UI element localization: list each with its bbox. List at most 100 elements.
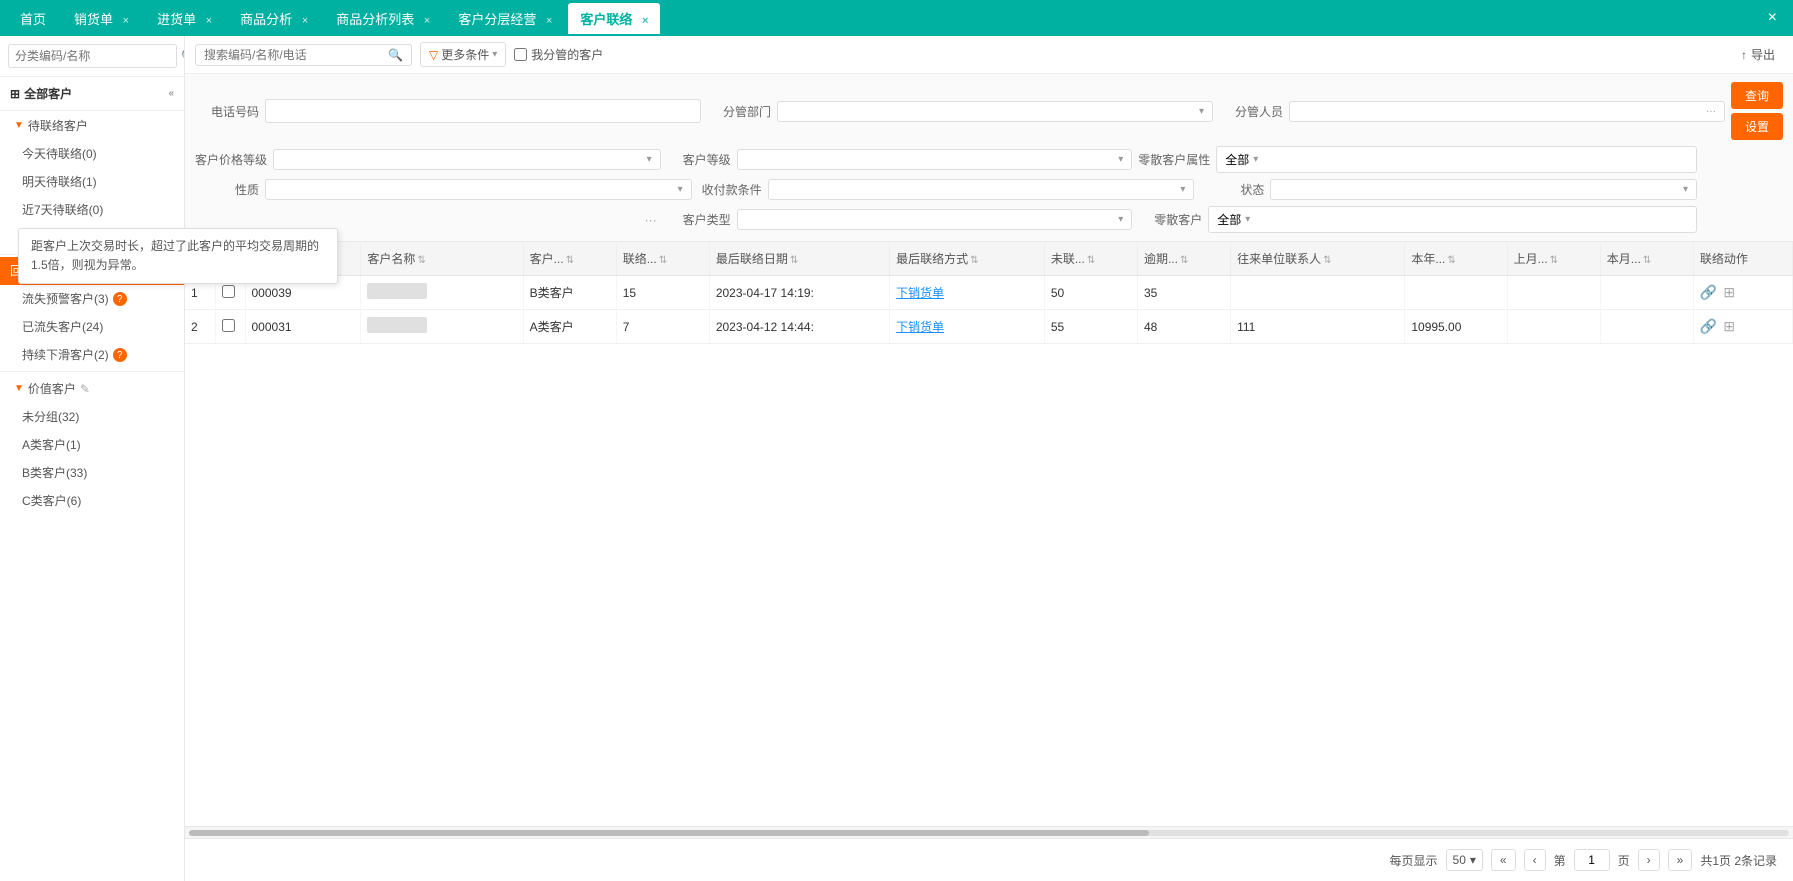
manager-select[interactable]: ···: [1289, 101, 1725, 122]
query-button[interactable]: 查询: [1731, 82, 1783, 109]
action-buttons: 查询 设置: [1731, 82, 1783, 140]
gender-chevron-icon: ▾: [678, 184, 683, 195]
sidebar-item-class-c[interactable]: C类客户(6): [0, 487, 184, 515]
th-customer-type[interactable]: 客户...⇅: [523, 242, 616, 276]
nav-analysis-list-close[interactable]: ×: [424, 15, 430, 27]
nav-analysis[interactable]: 商品分析 ×: [228, 3, 320, 34]
gender-select[interactable]: ▾: [265, 179, 692, 200]
sidebar-collapse-icon[interactable]: «: [168, 88, 174, 99]
sidebar-search-input[interactable]: [8, 44, 177, 68]
more-button[interactable]: ···: [641, 213, 661, 227]
first-page-button[interactable]: «: [1491, 849, 1516, 871]
th-this-year[interactable]: 本年...⇅: [1405, 242, 1507, 276]
my-customers-checkbox[interactable]: [514, 48, 527, 61]
th-unit-contacts[interactable]: 往来单位联系人⇅: [1231, 242, 1405, 276]
per-page-select[interactable]: 50 ▾: [1446, 849, 1483, 871]
th-contact[interactable]: 联络...⇅: [616, 242, 709, 276]
action-chat-icon-1[interactable]: 🔗: [1700, 284, 1717, 301]
th-overdue[interactable]: 逾期...⇅: [1137, 242, 1230, 276]
sidebar-item-today-contact[interactable]: 今天待联络(0): [0, 140, 184, 168]
scatter-customer-label: 零散客户: [1138, 211, 1208, 228]
customer-grade-select[interactable]: ▾: [737, 149, 1133, 170]
th-last-month[interactable]: 上月...⇅: [1507, 242, 1600, 276]
prev-page-button[interactable]: ‹: [1524, 849, 1546, 871]
customer-type-select[interactable]: ▾: [737, 209, 1133, 230]
dept-select[interactable]: ▾: [777, 101, 1213, 122]
th-last-contact-date[interactable]: 最后联络日期⇅: [709, 242, 889, 276]
sidebar-all-customers[interactable]: ⊞ 全部客户 «: [0, 77, 184, 111]
th-this-month[interactable]: 本月...⇅: [1600, 242, 1693, 276]
sidebar-item-class-a[interactable]: A类客户(1): [0, 431, 184, 459]
payment-label: 收付款条件: [698, 181, 768, 198]
nav-customer-segment-close[interactable]: ×: [546, 15, 552, 27]
sidebar-group-pending-contact[interactable]: ▼ 待联络客户: [0, 111, 184, 140]
window-close-button[interactable]: ×: [1760, 5, 1785, 31]
contact-method-link-1[interactable]: 下销货单: [896, 286, 944, 300]
sidebar-item-churn-warning[interactable]: 流失预警客户(3) ?: [0, 285, 184, 313]
edit-icon[interactable]: ✎: [80, 382, 90, 396]
action-grid-icon-1[interactable]: ⊞: [1723, 284, 1735, 301]
top-nav: 首页 销货单 × 进货单 × 商品分析 × 商品分析列表 × 客户分层经营 × …: [0, 0, 1793, 36]
th-last-contact-method[interactable]: 最后联络方式⇅: [890, 242, 1045, 276]
row-checkbox-1[interactable]: [222, 285, 235, 298]
cell-uncontacted-2: 55: [1044, 310, 1137, 344]
nav-analysis-close[interactable]: ×: [302, 15, 308, 27]
nav-customer-contact-close[interactable]: ×: [642, 15, 648, 27]
manager-more-icon[interactable]: ···: [1706, 106, 1716, 117]
nav-purchase[interactable]: 进货单 ×: [145, 3, 224, 34]
row-checkbox-2[interactable]: [222, 319, 235, 332]
lmonth-sort-icon: ⇅: [1550, 255, 1558, 266]
chevron-down-icon: ▾: [492, 49, 497, 60]
action-icons-1: 🔗 ⊞: [1700, 284, 1786, 301]
nav-home[interactable]: 首页: [8, 3, 58, 34]
action-chat-icon-2[interactable]: 🔗: [1700, 318, 1717, 335]
last-page-button[interactable]: »: [1668, 849, 1693, 871]
sidebar-item-declining[interactable]: 持续下滑客户(2) ?: [0, 341, 184, 369]
scatter-customer-select[interactable]: 全部 ▾: [1208, 206, 1697, 233]
sidebar-group-value-customers[interactable]: ▼ 价值客户 ✎: [0, 374, 184, 403]
filter-field-scatter-attr: 零散客户属性 全部 ▾: [1138, 146, 1697, 173]
manager-label: 分管人员: [1219, 103, 1289, 120]
page-number-input[interactable]: [1574, 849, 1610, 871]
contact-method-link-2[interactable]: 下销货单: [896, 320, 944, 334]
payment-select[interactable]: ▾: [768, 179, 1195, 200]
cell-date-2: 2023-04-12 14:44:: [709, 310, 889, 344]
nav-sales[interactable]: 销货单 ×: [62, 3, 141, 34]
sidebar-item-ungrouped[interactable]: 未分组(32): [0, 403, 184, 431]
cell-method-2[interactable]: 下销货单: [890, 310, 1045, 344]
table-header: ⚙ 客户编码⇅ 客户名称⇅ 客户...⇅ 联络...⇅ 最后: [185, 242, 1793, 276]
th-uncontacted[interactable]: 未联...⇅: [1044, 242, 1137, 276]
nav-purchase-close[interactable]: ×: [206, 15, 212, 27]
nav-customer-contact[interactable]: 客户联络 ×: [568, 3, 660, 34]
nav-sales-close[interactable]: ×: [123, 15, 129, 27]
action-grid-icon-2[interactable]: ⊞: [1723, 318, 1735, 335]
scatter-attr-select[interactable]: 全部 ▾: [1216, 146, 1697, 173]
export-button[interactable]: ↑ 导出: [1733, 43, 1783, 66]
sidebar-divider-2: [0, 371, 184, 372]
settings-button[interactable]: 设置: [1731, 113, 1783, 140]
phone-input[interactable]: [265, 99, 701, 123]
th-name[interactable]: 客户名称⇅: [361, 242, 523, 276]
main-search-icon[interactable]: 🔍: [388, 48, 403, 62]
scrollbar-thumb[interactable]: [189, 830, 1149, 836]
sidebar-item-churned[interactable]: 已流失客户(24): [0, 313, 184, 341]
name-placeholder-2: [367, 317, 427, 333]
filter-row-4: ··· 客户类型 ▾ 零散客户 全部 ▾: [195, 206, 1783, 233]
horizontal-scrollbar[interactable]: [185, 826, 1793, 838]
price-grade-select[interactable]: ▾: [273, 149, 661, 170]
cell-unit-2: 111: [1231, 310, 1405, 344]
more-conditions-button[interactable]: ▽ 更多条件 ▾: [420, 42, 506, 67]
sidebar: 🔍 ⊞ 全部客户 « ▼ 待联络客户 今天待联络(0) 明天待联络(1) 近7天…: [0, 36, 185, 881]
sidebar-item-7days-contact[interactable]: 近7天待联络(0): [0, 196, 184, 224]
sidebar-item-class-b[interactable]: B类客户(33): [0, 459, 184, 487]
status-select[interactable]: ▾: [1270, 179, 1697, 200]
nav-analysis-list[interactable]: 商品分析列表 ×: [324, 3, 442, 34]
dept-chevron-icon: ▾: [1199, 106, 1204, 117]
cell-method-1[interactable]: 下销货单: [890, 276, 1045, 310]
main-search-input[interactable]: [204, 48, 384, 62]
cell-lmonth-2: [1507, 310, 1600, 344]
nav-customer-segment[interactable]: 客户分层经营 ×: [446, 3, 564, 34]
next-page-button[interactable]: ›: [1638, 849, 1660, 871]
cell-date-1: 2023-04-17 14:19:: [709, 276, 889, 310]
sidebar-item-tomorrow-contact[interactable]: 明天待联络(1): [0, 168, 184, 196]
